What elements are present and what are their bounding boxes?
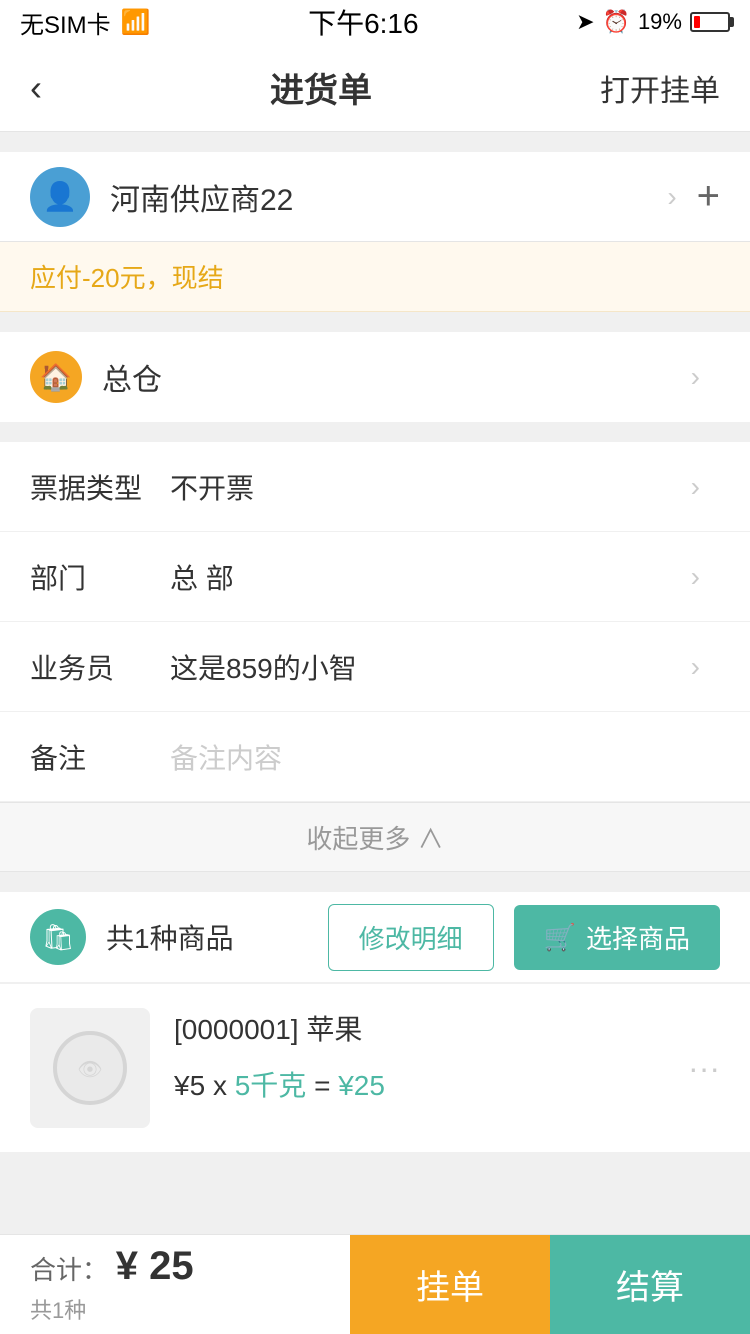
product-thumb-logo: 👁 (50, 1028, 130, 1108)
battery-icon (690, 12, 730, 32)
note-row[interactable]: 备注 备注内容 (0, 712, 750, 802)
invoice-type-row[interactable]: 票据类型 不开票 › (0, 442, 750, 532)
product-price-formula: ¥5 x 5千克 = ¥25 (174, 1064, 664, 1104)
section-gap-1 (0, 132, 750, 152)
select-product-button[interactable]: 🛒 选择商品 (514, 905, 720, 970)
supplier-row[interactable]: 👤 河南供应商22 › + (0, 152, 750, 242)
dept-label: 部门 (30, 557, 150, 597)
total-info: 合计： ¥ 25 共1种 (0, 1244, 350, 1325)
chevron-right-icon-staff: › (691, 651, 700, 683)
add-supplier-button[interactable]: + (697, 174, 720, 219)
note-placeholder: 备注内容 (150, 737, 720, 777)
checkout-button[interactable]: 结算 (550, 1235, 750, 1334)
supplier-section: 👤 河南供应商22 › + 应付-20元，现结 (0, 152, 750, 312)
status-bar: 无SIM卡 📶 下午6:16 ➤ ⏰ 19% (0, 0, 750, 44)
total-amount: ¥ 25 (116, 1244, 194, 1288)
cart-icon: 🛒 (544, 922, 576, 953)
price-eq: = (314, 1070, 338, 1101)
price-base: ¥5 (174, 1070, 205, 1101)
svg-text:👁: 👁 (77, 1059, 102, 1081)
product-info: [0000001] 苹果 ¥5 x 5千克 = ¥25 (174, 1008, 664, 1104)
section-gap-3 (0, 422, 750, 442)
supplier-notice: 应付-20元，现结 (0, 242, 750, 312)
location-icon: ➤ (576, 9, 594, 35)
product-count: 共1种商品 (106, 917, 308, 957)
avatar-icon: 👤 (43, 180, 78, 213)
price-qty: 5千克 (235, 1070, 307, 1101)
warehouse-row[interactable]: 🏠 总仓 › (0, 332, 750, 422)
open-pending-button[interactable]: 打开挂单 (600, 66, 720, 110)
price-x: x (213, 1070, 235, 1101)
chevron-right-icon-invoice: › (691, 471, 700, 503)
wifi-icon: 📶 (121, 8, 151, 37)
alarm-icon: ⏰ (603, 9, 630, 35)
chevron-right-icon-warehouse: › (691, 361, 700, 393)
total-label: 合计： (30, 1255, 108, 1285)
note-label: 备注 (30, 737, 150, 777)
dept-value: 总 部 (150, 557, 691, 597)
product-bag-icon: 🛍 (30, 909, 86, 965)
staff-value: 这是859的小智 (150, 647, 691, 687)
bottom-bar: 合计： ¥ 25 共1种 挂单 结算 (0, 1234, 750, 1334)
staff-row[interactable]: 业务员 这是859的小智 › (0, 622, 750, 712)
warehouse-section[interactable]: 🏠 总仓 › (0, 332, 750, 422)
total-count: 共1种 (30, 1293, 320, 1325)
form-section: 票据类型 不开票 › 部门 总 部 › 业务员 这是859的小智 › 备注 备注… (0, 442, 750, 802)
dept-row[interactable]: 部门 总 部 › (0, 532, 750, 622)
back-button[interactable]: ‹ (30, 67, 42, 109)
carrier-text: 无SIM卡 (20, 5, 111, 40)
supplier-avatar: 👤 (30, 167, 90, 227)
status-left: 无SIM卡 📶 (20, 5, 151, 40)
staff-label: 业务员 (30, 647, 150, 687)
chevron-right-icon-dept: › (691, 561, 700, 593)
status-time: 下午6:16 (308, 2, 419, 42)
select-product-label: 选择商品 (586, 919, 690, 956)
page-title: 进货单 (270, 63, 372, 112)
invoice-label: 票据类型 (30, 467, 150, 507)
product-header: 🛍 共1种商品 修改明细 🛒 选择商品 (0, 892, 750, 982)
product-card: 👁 [0000001] 苹果 ¥5 x 5千克 = ¥25 ··· (0, 984, 750, 1152)
edit-detail-button[interactable]: 修改明细 (328, 904, 494, 971)
product-more-button[interactable]: ··· (688, 1050, 720, 1087)
nav-bar: ‹ 进货单 打开挂单 (0, 44, 750, 132)
price-total: ¥25 (338, 1070, 385, 1101)
invoice-value: 不开票 (150, 467, 691, 507)
warehouse-name: 总仓 (102, 355, 691, 399)
product-name: [0000001] 苹果 (174, 1008, 664, 1048)
chevron-right-icon: › (667, 181, 676, 213)
supplier-name: 河南供应商22 (110, 175, 667, 219)
product-thumbnail: 👁 (30, 1008, 150, 1128)
battery-pct: 19% (638, 9, 682, 35)
hang-order-button[interactable]: 挂单 (350, 1235, 550, 1334)
section-gap-2 (0, 312, 750, 332)
collapse-bar[interactable]: 收起更多 ∧ (0, 802, 750, 872)
status-right: ➤ ⏰ 19% (576, 9, 730, 35)
warehouse-icon: 🏠 (30, 351, 82, 403)
collapse-label: 收起更多 ∧ (306, 819, 443, 856)
